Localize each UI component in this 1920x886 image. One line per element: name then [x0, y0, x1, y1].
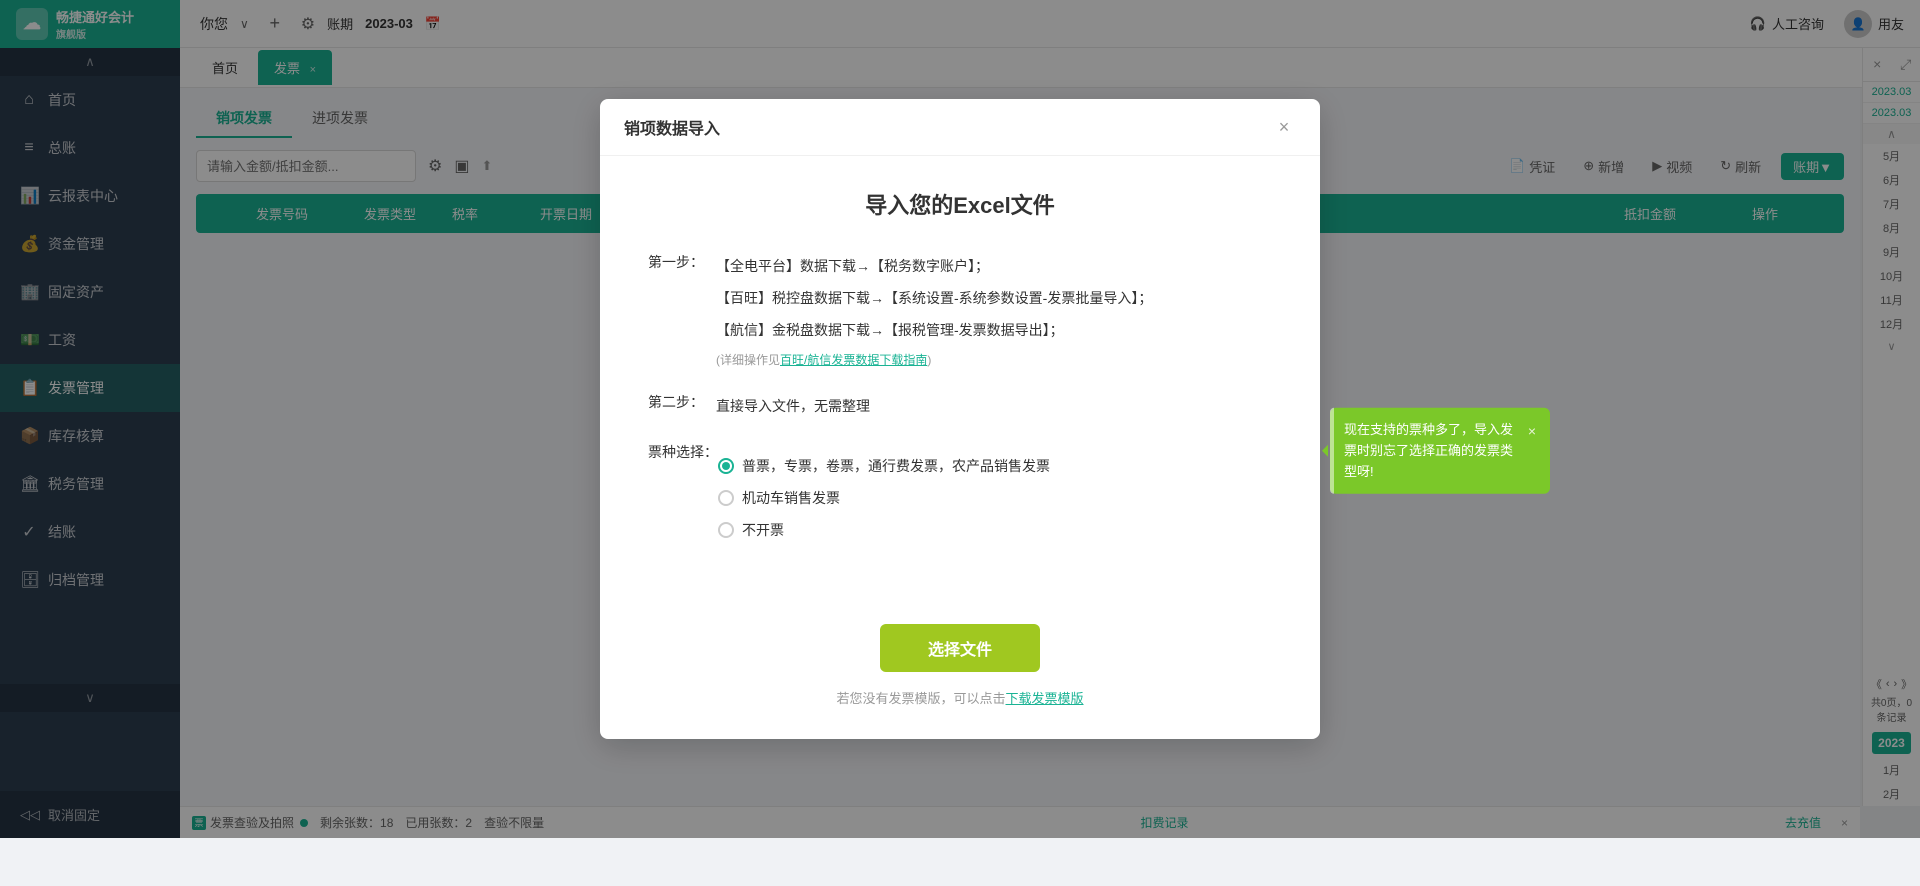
step1-line-1: 【全电平台】数据下载→【税务数字账户】；: [716, 252, 1152, 280]
radio-item-2[interactable]: 不开票: [718, 520, 1050, 540]
tooltip-text: 现在支持的票种多了，导入发票时别忘了选择正确的发票类型呀!: [1344, 422, 1513, 479]
import-modal: 销项数据导入 × 导入您的Excel文件 第一步： 【全电平台】数据下载→【税务…: [600, 99, 1320, 739]
modal-main-title: 导入您的Excel文件: [648, 188, 1272, 220]
step1-link-line: (详细操作见百旺/航信发票数据下载指南): [716, 348, 1152, 372]
modal-footer: 选择文件 若您没有发票模版，可以点击下载发票模版: [600, 600, 1320, 739]
step-2: 第二步： 直接导入文件，无需整理: [648, 392, 1272, 420]
radio-label-2: 不开票: [742, 520, 784, 540]
download-prefix: 若您没有发票模版，可以点击: [836, 691, 1005, 706]
modal-header: 销项数据导入 ×: [600, 99, 1320, 156]
step1-line-2: 【百旺】税控盘数据下载→【系统设置-系统参数设置-发票批量导入】；: [716, 284, 1152, 312]
radio-group: 普票，专票，卷票，通行费发票，农产品销售发票 机动车销售发票 不开票: [718, 456, 1050, 552]
step-1: 第一步： 【全电平台】数据下载→【税务数字账户】； 【百旺】税控盘数据下载→【系…: [648, 252, 1272, 372]
step1-line-3: 【航信】金税盘数据下载→【报税管理-发票数据导出】；: [716, 316, 1152, 344]
ticket-selection: 票种选择： 普票，专票，卷票，通行费发票，农产品销售发票 机动车销售发票: [648, 440, 1272, 568]
select-file-button[interactable]: 选择文件: [880, 624, 1040, 672]
download-template-link[interactable]: 下载发票模版: [1006, 691, 1084, 706]
radio-circle-2: [718, 522, 734, 538]
radio-item-0[interactable]: 普票，专票，卷票，通行费发票，农产品销售发票: [718, 456, 1050, 476]
modal-close-button[interactable]: ×: [1272, 115, 1296, 139]
radio-item-1[interactable]: 机动车销售发票: [718, 488, 1050, 508]
modal-download-line: 若您没有发票模版，可以点击下载发票模版: [836, 688, 1083, 707]
step1-link[interactable]: 百旺/航信发票数据下载指南: [780, 353, 927, 367]
step2-text: 直接导入文件，无需整理: [716, 392, 870, 420]
tooltip: × 现在支持的票种多了，导入发票时别忘了选择正确的发票类型呀!: [1330, 408, 1550, 494]
modal-overlay: 销项数据导入 × 导入您的Excel文件 第一步： 【全电平台】数据下载→【税务…: [0, 0, 1920, 838]
radio-label-0: 普票，专票，卷票，通行费发票，农产品销售发票: [742, 456, 1050, 476]
step2-label: 第二步：: [648, 392, 704, 420]
step1-label: 第一步：: [648, 252, 704, 372]
tooltip-close-button[interactable]: ×: [1528, 420, 1536, 442]
modal-title: 销项数据导入: [624, 115, 720, 139]
step1-link-prefix: (详细操作见: [716, 353, 780, 367]
radio-dot-0: [722, 462, 730, 470]
step1-link-suffix: ): [927, 353, 931, 367]
modal-body: 导入您的Excel文件 第一步： 【全电平台】数据下载→【税务数字账户】； 【百…: [600, 156, 1320, 600]
radio-circle-0: [718, 458, 734, 474]
step1-content: 【全电平台】数据下载→【税务数字账户】； 【百旺】税控盘数据下载→【系统设置-系…: [716, 252, 1152, 372]
radio-label-1: 机动车销售发票: [742, 488, 840, 508]
tooltip-accent-bar: [1330, 408, 1334, 494]
radio-circle-1: [718, 490, 734, 506]
ticket-label: 票种选择：: [648, 442, 718, 462]
